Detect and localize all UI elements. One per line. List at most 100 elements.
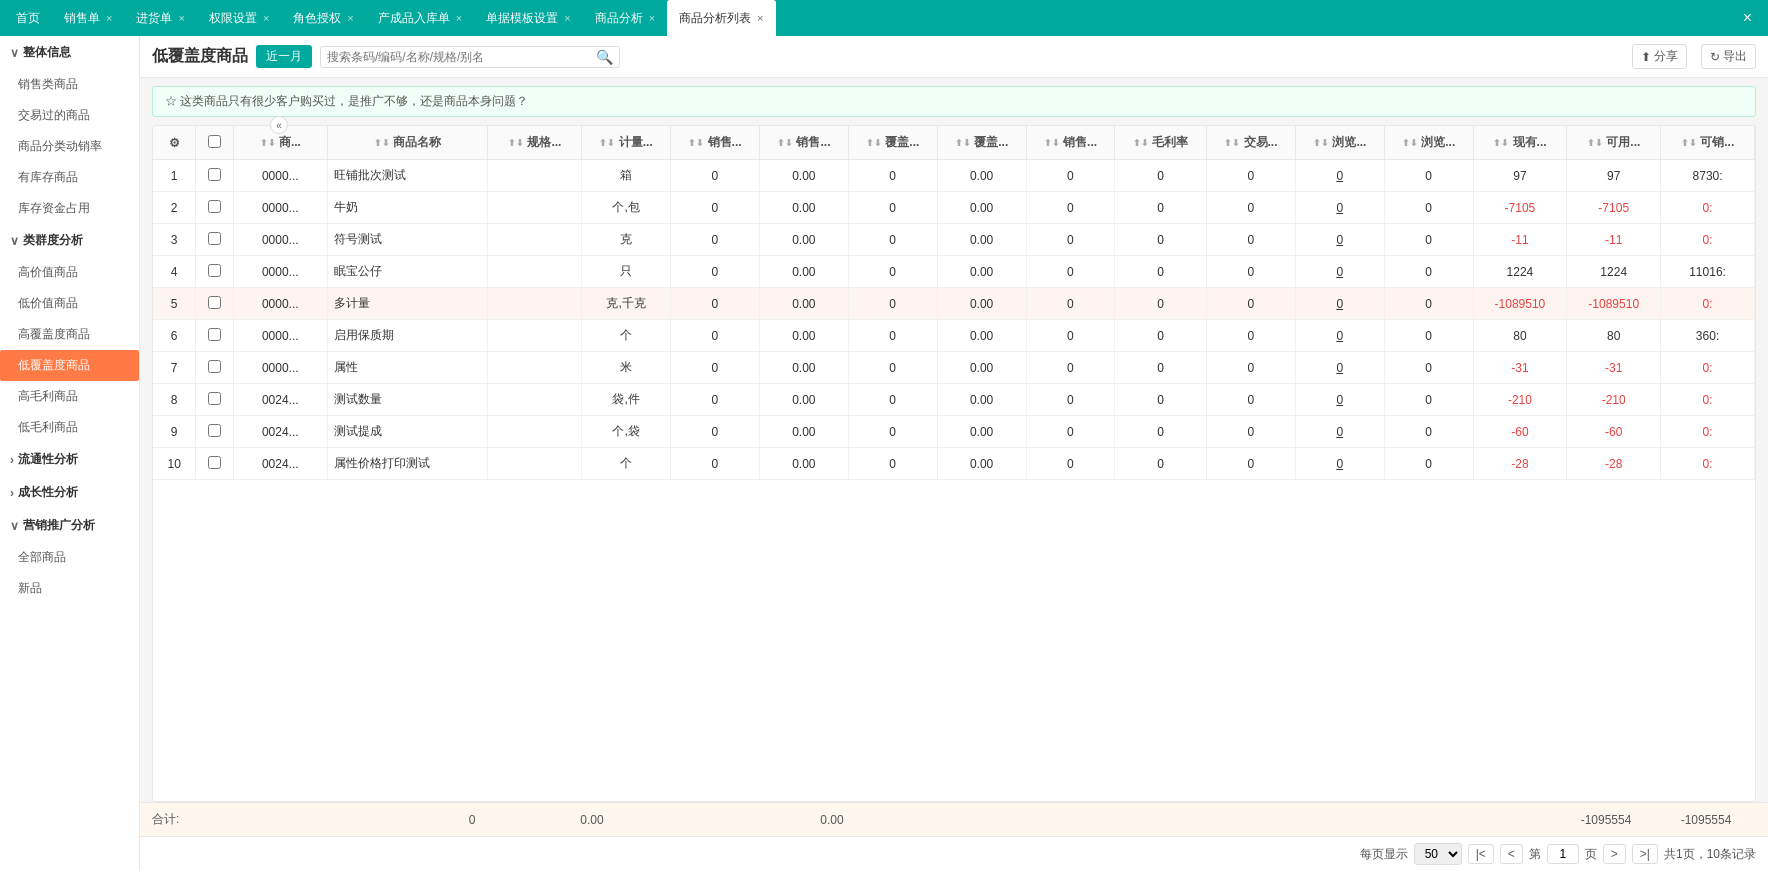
col-browse2[interactable]: ⬆⬇ 浏览...: [1384, 126, 1473, 160]
cell-checkbox[interactable]: [196, 448, 234, 480]
sidebar-group-overall[interactable]: ∨ 整体信息: [0, 36, 139, 69]
cell-name[interactable]: 属性: [327, 352, 488, 384]
row-checkbox[interactable]: [208, 328, 221, 341]
cell-name[interactable]: 启用保质期: [327, 320, 488, 352]
nav-sales[interactable]: 销售单 ×: [52, 0, 124, 36]
cell-checkbox[interactable]: [196, 192, 234, 224]
prev-page-btn[interactable]: <: [1500, 844, 1523, 864]
cell-name[interactable]: 符号测试: [327, 224, 488, 256]
browse-link[interactable]: 0: [1336, 425, 1343, 439]
period-button[interactable]: 近一月: [256, 45, 312, 68]
browse-link[interactable]: 0: [1336, 201, 1343, 215]
col-sales-amt[interactable]: ⬆⬇ 销售...: [759, 126, 848, 160]
nav-purchase[interactable]: 进货单 ×: [124, 0, 196, 36]
cell-checkbox[interactable]: [196, 256, 234, 288]
sidebar-item-sales-goods[interactable]: 销售类商品: [0, 69, 139, 100]
col-trade[interactable]: ⬆⬇ 交易...: [1206, 126, 1295, 160]
row-checkbox[interactable]: [208, 392, 221, 405]
cell-browse1[interactable]: 0: [1295, 288, 1384, 320]
nav-home[interactable]: 首页: [4, 0, 52, 36]
close-product-inbound-icon[interactable]: ×: [456, 12, 462, 24]
cell-browse1[interactable]: 0: [1295, 416, 1384, 448]
cell-name[interactable]: 测试提成: [327, 416, 488, 448]
cell-browse1[interactable]: 0: [1295, 256, 1384, 288]
nav-goods-analysis-list[interactable]: 商品分析列表 ×: [667, 0, 775, 36]
col-spec[interactable]: ⬆⬇ 规格...: [488, 126, 582, 160]
cell-checkbox[interactable]: [196, 384, 234, 416]
close-role-icon[interactable]: ×: [347, 12, 353, 24]
cell-browse1[interactable]: 0: [1295, 448, 1384, 480]
sidebar-item-category-rate[interactable]: 商品分类动销率: [0, 131, 139, 162]
sidebar-item-high-value[interactable]: 高价值商品: [0, 257, 139, 288]
cell-name[interactable]: 多计量: [327, 288, 488, 320]
row-checkbox[interactable]: [208, 264, 221, 277]
col-browse1[interactable]: ⬆⬇ 浏览...: [1295, 126, 1384, 160]
nav-product-inbound[interactable]: 产成品入库单 ×: [366, 0, 474, 36]
sidebar-item-high-profit[interactable]: 高毛利商品: [0, 381, 139, 412]
close-permissions-icon[interactable]: ×: [263, 12, 269, 24]
page-size-select[interactable]: 50: [1414, 843, 1462, 865]
browse-link[interactable]: 0: [1336, 329, 1343, 343]
cell-browse1[interactable]: 0: [1295, 320, 1384, 352]
sidebar-item-high-coverage[interactable]: 高覆盖度商品: [0, 319, 139, 350]
browse-link[interactable]: 0: [1336, 457, 1343, 471]
sidebar-item-low-value[interactable]: 低价值商品: [0, 288, 139, 319]
sidebar-item-low-coverage[interactable]: 低覆盖度商品: [0, 350, 139, 381]
cell-checkbox[interactable]: [196, 416, 234, 448]
row-checkbox[interactable]: [208, 232, 221, 245]
row-checkbox[interactable]: [208, 456, 221, 469]
close-template-icon[interactable]: ×: [564, 12, 570, 24]
first-page-btn[interactable]: |<: [1468, 844, 1494, 864]
browse-link[interactable]: 0: [1336, 233, 1343, 247]
sidebar-group-liquidity[interactable]: › 流通性分析: [0, 443, 139, 476]
row-checkbox[interactable]: [208, 200, 221, 213]
col-sales3[interactable]: ⬆⬇ 销售...: [1026, 126, 1115, 160]
row-checkbox[interactable]: [208, 360, 221, 373]
cell-browse1[interactable]: 0: [1295, 352, 1384, 384]
cell-browse1[interactable]: 0: [1295, 224, 1384, 256]
browse-link[interactable]: 0: [1336, 265, 1343, 279]
col-coverage2[interactable]: ⬆⬇ 覆盖...: [937, 126, 1026, 160]
cell-browse1[interactable]: 0: [1295, 160, 1384, 192]
col-unit[interactable]: ⬆⬇ 计量...: [582, 126, 671, 160]
cell-name[interactable]: 牛奶: [327, 192, 488, 224]
window-close-btn[interactable]: ×: [1731, 9, 1764, 27]
export-button[interactable]: ↻ 导出: [1701, 44, 1756, 69]
next-page-btn[interactable]: >: [1603, 844, 1626, 864]
search-input[interactable]: [327, 50, 596, 64]
browse-link[interactable]: 0: [1336, 169, 1343, 183]
sidebar-item-stock-capital[interactable]: 库存资金占用: [0, 193, 139, 224]
share-button[interactable]: ⬆ 分享: [1632, 44, 1687, 69]
col-checkbox[interactable]: [196, 126, 234, 160]
sidebar-item-new-goods[interactable]: 新品: [0, 573, 139, 604]
close-sales-icon[interactable]: ×: [106, 12, 112, 24]
select-all-checkbox[interactable]: [208, 135, 221, 148]
cell-browse1[interactable]: 0: [1295, 192, 1384, 224]
cell-checkbox[interactable]: [196, 288, 234, 320]
sidebar-group-tier[interactable]: ∨ 类群度分析: [0, 224, 139, 257]
col-name[interactable]: ⬆⬇ 商品名称: [327, 126, 488, 160]
col-settings[interactable]: ⚙: [153, 126, 196, 160]
row-checkbox[interactable]: [208, 424, 221, 437]
nav-role[interactable]: 角色授权 ×: [281, 0, 365, 36]
nav-template[interactable]: 单据模板设置 ×: [474, 0, 582, 36]
sidebar-item-all-goods[interactable]: 全部商品: [0, 542, 139, 573]
nav-goods-analysis[interactable]: 商品分析 ×: [583, 0, 667, 36]
cell-name[interactable]: 测试数量: [327, 384, 488, 416]
close-goods-analysis-list-icon[interactable]: ×: [757, 12, 763, 24]
sidebar-item-traded-goods[interactable]: 交易过的商品: [0, 100, 139, 131]
col-sales-qty[interactable]: ⬆⬇ 销售...: [671, 126, 760, 160]
cell-checkbox[interactable]: [196, 160, 234, 192]
col-saleable[interactable]: ⬆⬇ 可销...: [1661, 126, 1755, 160]
close-purchase-icon[interactable]: ×: [178, 12, 184, 24]
cell-checkbox[interactable]: [196, 352, 234, 384]
cell-checkbox[interactable]: [196, 320, 234, 352]
page-number-input[interactable]: [1547, 844, 1579, 864]
last-page-btn[interactable]: >|: [1632, 844, 1658, 864]
close-goods-analysis-icon[interactable]: ×: [649, 12, 655, 24]
cell-browse1[interactable]: 0: [1295, 384, 1384, 416]
sidebar-item-stocked-goods[interactable]: 有库存商品: [0, 162, 139, 193]
cell-name[interactable]: 旺铺批次测试: [327, 160, 488, 192]
browse-link[interactable]: 0: [1336, 361, 1343, 375]
row-checkbox[interactable]: [208, 168, 221, 181]
